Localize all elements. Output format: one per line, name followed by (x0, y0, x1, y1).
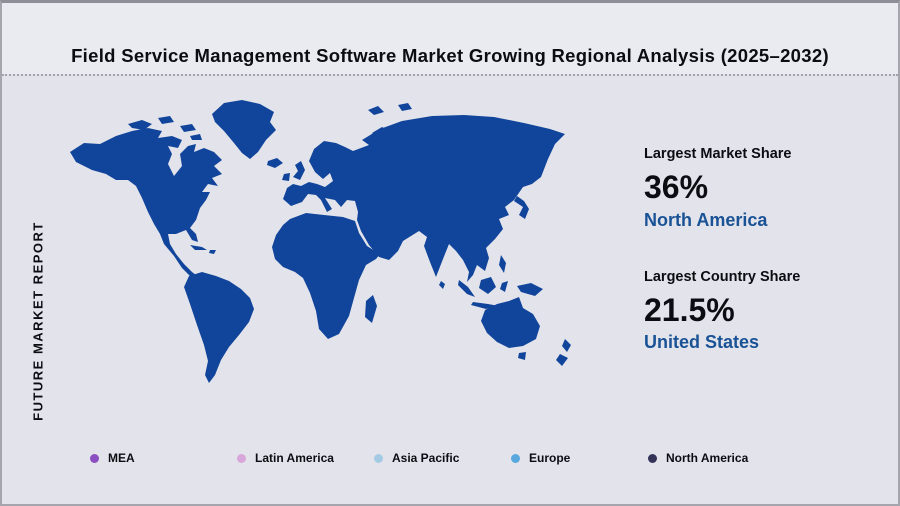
stat-label: Largest Market Share (644, 146, 792, 162)
legend-dot-icon (237, 453, 246, 463)
stat-region: United States (644, 332, 760, 353)
legend-item-latin-america: Latin America (237, 450, 334, 466)
legend-label: MEA (108, 451, 135, 465)
stat-value: 36% (644, 169, 709, 205)
stat-value: 21.5% (644, 291, 735, 328)
dotted-separator (2, 74, 898, 76)
infographic-card: Field Service Management Software Market… (0, 0, 900, 506)
world-map-landmass (70, 100, 571, 383)
legend-dot-icon (511, 453, 520, 463)
legend-dot-icon (90, 453, 99, 463)
legend-item-europe: Europe (511, 450, 570, 466)
stat-region: North America (644, 209, 768, 230)
legend-item-mea: MEA (90, 450, 135, 466)
legend-item-north-america: North America (648, 450, 748, 466)
legend-dot-icon (374, 453, 383, 463)
legend-label: Europe (529, 451, 571, 465)
stats-panel: Largest Market Share 36% North America L… (644, 146, 884, 353)
legend-item-asia-pacific: Asia Pacific (374, 450, 459, 466)
page-title: Field Service Management Software Market… (71, 45, 829, 66)
stat-label: Largest Country Share (644, 268, 801, 285)
stat-largest-country-share: Largest Country Share 21.5% United State… (644, 269, 884, 354)
stat-largest-market-share: Largest Market Share 36% North America (644, 146, 884, 231)
brand-vertical-text: FUTURE MARKET REPORT (30, 221, 46, 421)
legend-label: Latin America (255, 451, 334, 465)
legend-dot-icon (648, 453, 657, 463)
world-map-icon (70, 100, 571, 383)
legend-label: Asia Pacific (392, 451, 460, 465)
legend-label: North America (666, 451, 749, 465)
